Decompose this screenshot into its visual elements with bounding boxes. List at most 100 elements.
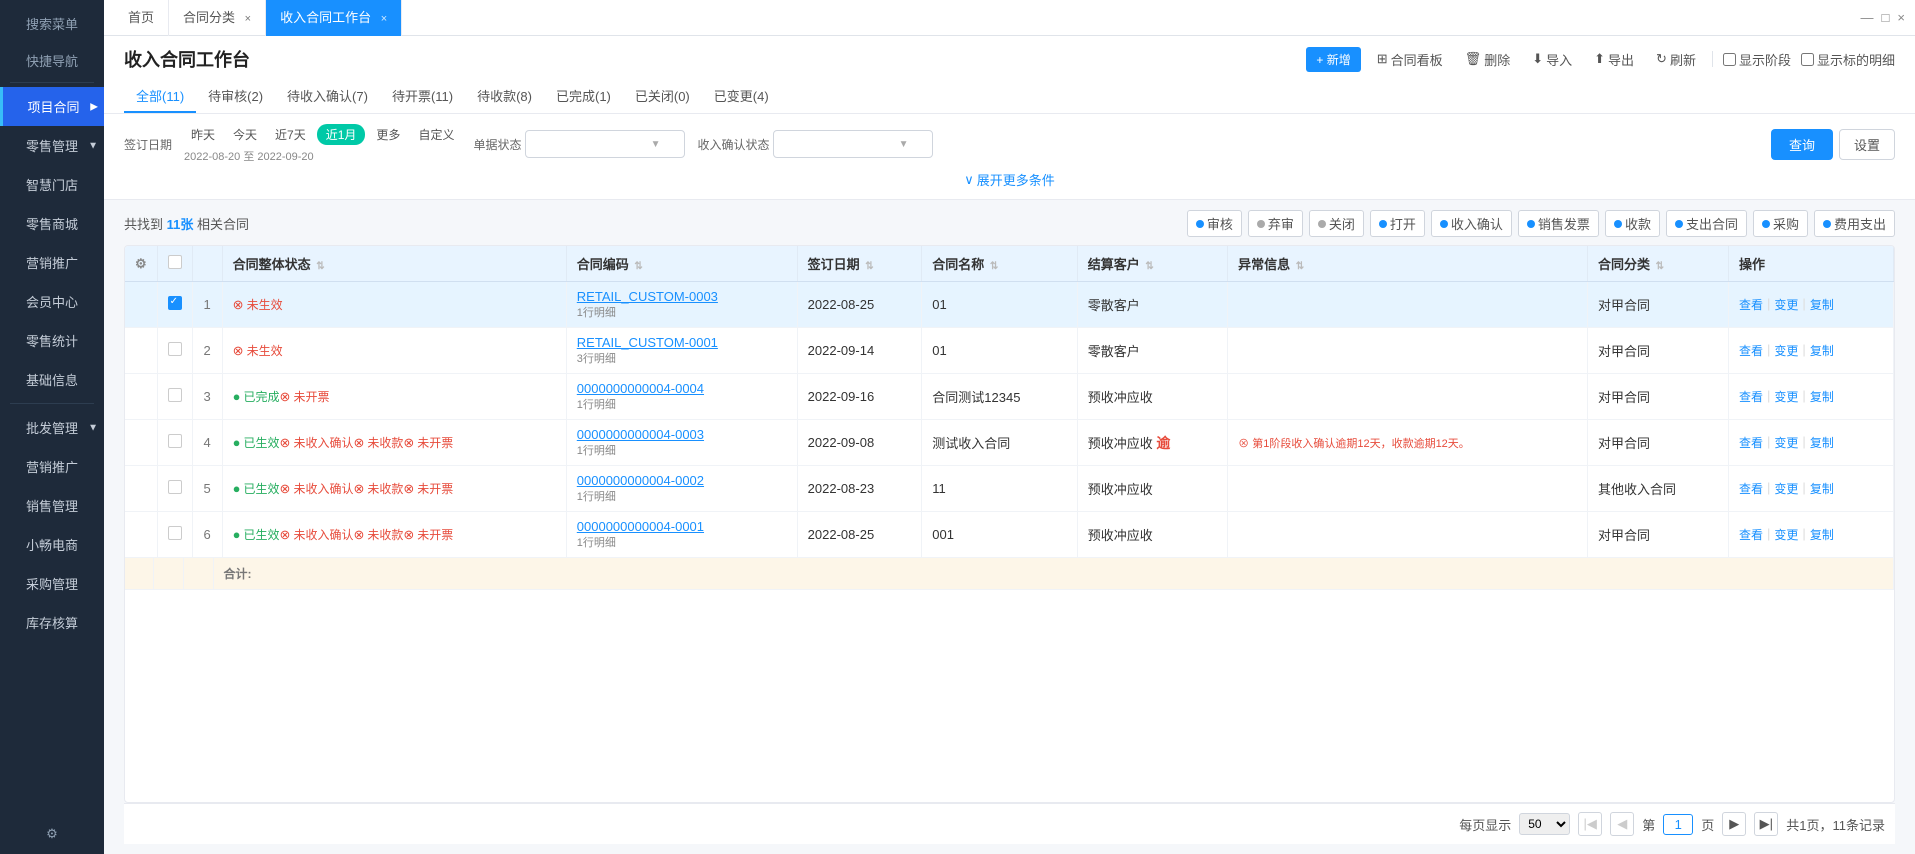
sidebar-item-purchase-mgmt[interactable]: 采购管理: [0, 564, 104, 603]
sidebar-item-smart-store[interactable]: 智慧门店: [0, 165, 104, 204]
show-stages-checkbox[interactable]: 显示阶段: [1723, 50, 1791, 69]
col-settings[interactable]: ⚙: [125, 246, 157, 282]
action-expense-contract[interactable]: 支出合同: [1666, 210, 1747, 237]
sidebar-item-member-center[interactable]: 会员中心: [0, 282, 104, 321]
tab-income-workbench[interactable]: 收入合同工作台 ×: [266, 0, 402, 36]
delete-button[interactable]: 🗑 删除: [1459, 47, 1517, 72]
date-btn-1month[interactable]: 近1月: [317, 124, 366, 145]
op-copy-5[interactable]: 复制: [1810, 526, 1834, 543]
table-row[interactable]: 4 ● 已生效⊗ 未收入确认⊗ 未收款⊗ 未开票 0000000000004-0…: [125, 420, 1894, 466]
date-btn-more[interactable]: 更多: [369, 124, 407, 145]
checkbox-2[interactable]: [168, 388, 182, 402]
sidebar-item-retail-mall[interactable]: 零售商城: [0, 204, 104, 243]
action-expense-out[interactable]: 费用支出: [1814, 210, 1895, 237]
op-copy-2[interactable]: 复制: [1810, 388, 1834, 405]
show-stages-input[interactable]: [1723, 53, 1736, 66]
filter-tab-pending-confirm[interactable]: 待收入确认(7): [275, 80, 380, 113]
export-button[interactable]: ⬆ 导出: [1588, 47, 1640, 72]
date-btn-7days[interactable]: 近7天: [268, 124, 313, 145]
filter-tab-completed[interactable]: 已完成(1): [544, 80, 623, 113]
date-btn-yesterday[interactable]: 昨天: [184, 124, 222, 145]
doc-status-select[interactable]: ▼: [525, 130, 685, 158]
row-settings-4[interactable]: [125, 466, 157, 512]
action-open[interactable]: 打开: [1370, 210, 1425, 237]
query-button[interactable]: 查询: [1771, 129, 1833, 160]
sidebar-item-xiaochang[interactable]: 小畅电商: [0, 525, 104, 564]
op-change-5[interactable]: 变更: [1774, 526, 1798, 543]
op-change-1[interactable]: 变更: [1774, 342, 1798, 359]
tab-contract-category[interactable]: 合同分类 ×: [169, 0, 266, 36]
table-row[interactable]: 2 ⊗ 未生效 RETAIL_CUSTOM-0001 3行明细 2022-09-…: [125, 328, 1894, 374]
col-settlement-client-header[interactable]: 结算客户 ⇅: [1077, 246, 1227, 282]
filter-tab-closed[interactable]: 已关闭(0): [623, 80, 702, 113]
table-row[interactable]: 1 ⊗ 未生效 RETAIL_CUSTOM-0003 1行明细 2022-08-…: [125, 282, 1894, 328]
sidebar-item-retail-mgmt[interactable]: 零售管理 ▼: [0, 126, 104, 165]
contract-code-link-3[interactable]: 0000000000004-0003: [577, 427, 704, 442]
maximize-button[interactable]: □: [1882, 10, 1890, 25]
op-view-0[interactable]: 查看: [1739, 296, 1763, 313]
row-settings-3[interactable]: [125, 420, 157, 466]
checkbox-5[interactable]: [168, 526, 182, 540]
sidebar-item-project-contract[interactable]: 项目合同 ▶: [0, 87, 104, 126]
import-button[interactable]: ⬇ 导入: [1526, 47, 1578, 72]
tab-home[interactable]: 首页: [114, 0, 169, 36]
action-income-confirm[interactable]: 收入确认: [1431, 210, 1512, 237]
op-view-3[interactable]: 查看: [1739, 434, 1763, 451]
col-error-info-header[interactable]: 异常信息 ⇅: [1228, 246, 1588, 282]
contract-code-link-5[interactable]: 0000000000004-0001: [577, 519, 704, 534]
first-page-button[interactable]: |◀: [1578, 812, 1602, 836]
sidebar-item-sales-mgmt[interactable]: 销售管理: [0, 486, 104, 525]
row-checkbox-3[interactable]: [157, 420, 192, 466]
sidebar-quick-nav[interactable]: 快捷导航: [0, 43, 104, 78]
prev-page-button[interactable]: ◀: [1610, 812, 1634, 836]
minimize-button[interactable]: —: [1861, 10, 1874, 25]
checkbox-3[interactable]: [168, 434, 182, 448]
filter-tab-pending-receipt[interactable]: 待收款(8): [465, 80, 544, 113]
op-change-3[interactable]: 变更: [1774, 434, 1798, 451]
filter-tab-all[interactable]: 全部(11): [124, 80, 196, 113]
col-contract-name-header[interactable]: 合同名称 ⇅: [922, 246, 1077, 282]
checkbox-1[interactable]: [168, 342, 182, 356]
sidebar-item-retail-stats[interactable]: 零售统计: [0, 321, 104, 360]
action-sales-invoice[interactable]: 销售发票: [1518, 210, 1599, 237]
row-checkbox-0[interactable]: [157, 282, 192, 328]
row-checkbox-1[interactable]: [157, 328, 192, 374]
action-receipt[interactable]: 收款: [1605, 210, 1660, 237]
op-view-4[interactable]: 查看: [1739, 480, 1763, 497]
table-row[interactable]: 6 ● 已生效⊗ 未收入确认⊗ 未收款⊗ 未开票 0000000000004-0…: [125, 512, 1894, 558]
action-close[interactable]: 关闭: [1309, 210, 1364, 237]
filter-tab-pending-review[interactable]: 待审核(2): [196, 80, 275, 113]
show-marks-checkbox[interactable]: 显示标的明细: [1801, 50, 1895, 69]
close-window-button[interactable]: ×: [1897, 10, 1905, 25]
last-page-button[interactable]: ▶|: [1754, 812, 1778, 836]
header-checkbox[interactable]: [168, 255, 182, 269]
col-contract-code-header[interactable]: 合同编码 ⇅: [566, 246, 797, 282]
col-contract-type-header[interactable]: 合同分类 ⇅: [1587, 246, 1728, 282]
op-view-5[interactable]: 查看: [1739, 526, 1763, 543]
date-btn-today[interactable]: 今天: [226, 124, 264, 145]
row-checkbox-4[interactable]: [157, 466, 192, 512]
action-review[interactable]: 审核: [1187, 210, 1242, 237]
checkbox-0[interactable]: [168, 296, 182, 310]
show-marks-input[interactable]: [1801, 53, 1814, 66]
contract-code-link-0[interactable]: RETAIL_CUSTOM-0003: [577, 289, 718, 304]
sidebar-item-stock-calc[interactable]: 库存核算: [0, 603, 104, 642]
sidebar-item-basic-info[interactable]: 基础信息: [0, 360, 104, 399]
contract-code-link-2[interactable]: 0000000000004-0004: [577, 381, 704, 396]
tab-close-income-workbench[interactable]: ×: [381, 13, 387, 25]
col-overall-status-header[interactable]: 合同整体状态 ⇅: [222, 246, 566, 282]
setting-button[interactable]: 设置: [1839, 129, 1895, 160]
sidebar-item-marketing[interactable]: 营销推广: [0, 243, 104, 282]
next-page-button[interactable]: ▶: [1722, 812, 1746, 836]
op-copy-4[interactable]: 复制: [1810, 480, 1834, 497]
kanban-button[interactable]: ⊞ 合同看板: [1371, 47, 1449, 72]
row-checkbox-2[interactable]: [157, 374, 192, 420]
action-abandon[interactable]: 弃审: [1248, 210, 1303, 237]
op-copy-0[interactable]: 复制: [1810, 296, 1834, 313]
filter-tab-changed[interactable]: 已变更(4): [702, 80, 781, 113]
sidebar-search[interactable]: 搜索菜单: [0, 0, 104, 43]
row-settings-0[interactable]: [125, 282, 157, 328]
refresh-button[interactable]: ↻ 刷新: [1650, 47, 1702, 72]
op-copy-3[interactable]: 复制: [1810, 434, 1834, 451]
row-checkbox-5[interactable]: [157, 512, 192, 558]
